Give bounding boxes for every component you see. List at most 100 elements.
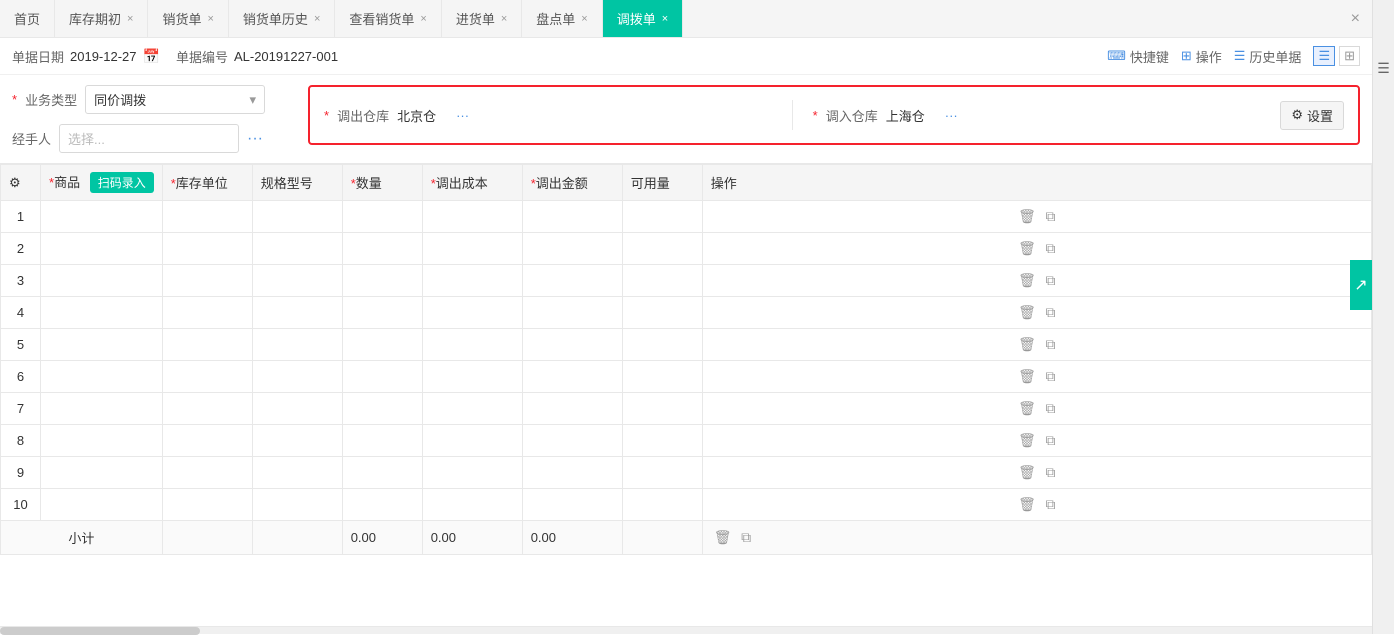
row-product-7[interactable] [41,393,163,425]
subtotal-copy-icon[interactable]: ⧉ [741,529,751,545]
row-product-10[interactable] [41,489,163,521]
shortcuts-btn[interactable]: ⌨ 快捷键 [1107,47,1169,66]
row-qty-3[interactable] [342,265,422,297]
delete-icon-7[interactable]: 🗑 [1018,400,1036,416]
layout-grid-icon[interactable]: ⊞ [1339,46,1360,66]
row-spec-2[interactable] [252,233,342,265]
row-cost-9[interactable] [422,457,522,489]
tab-close-stocktake[interactable]: × [581,13,587,25]
delete-icon-8[interactable]: 🗑 [1018,432,1036,448]
copy-icon-1[interactable]: ⧉ [1046,208,1056,224]
row-unit-5[interactable] [162,329,252,361]
row-product-5[interactable] [41,329,163,361]
row-available-7[interactable] [622,393,702,425]
layout-list-icon[interactable]: ☰ [1313,46,1335,66]
copy-icon-5[interactable]: ⧉ [1046,336,1056,352]
scroll-bar[interactable] [0,626,1372,634]
row-amount-10[interactable] [522,489,622,521]
row-cost-8[interactable] [422,425,522,457]
row-spec-4[interactable] [252,297,342,329]
row-available-6[interactable] [622,361,702,393]
row-cost-3[interactable] [422,265,522,297]
delete-icon-9[interactable]: 🗑 [1018,464,1036,480]
delete-icon-6[interactable]: 🗑 [1018,368,1036,384]
tab-sales-order[interactable]: 销货单 × [148,0,228,37]
row-unit-8[interactable] [162,425,252,457]
tab-close-sales-history[interactable]: × [314,13,320,25]
row-product-9[interactable] [41,457,163,489]
out-warehouse-more-btn[interactable]: ··· [456,108,469,123]
row-cost-10[interactable] [422,489,522,521]
row-qty-6[interactable] [342,361,422,393]
row-amount-4[interactable] [522,297,622,329]
row-unit-7[interactable] [162,393,252,425]
row-product-3[interactable] [41,265,163,297]
row-qty-1[interactable] [342,201,422,233]
settings-button[interactable]: ⚙ 设置 [1280,101,1344,130]
row-available-1[interactable] [622,201,702,233]
row-available-10[interactable] [622,489,702,521]
tab-stocktake[interactable]: 盘点单 × [522,0,602,37]
row-cost-5[interactable] [422,329,522,361]
row-cost-4[interactable] [422,297,522,329]
row-qty-8[interactable] [342,425,422,457]
row-spec-10[interactable] [252,489,342,521]
row-unit-4[interactable] [162,297,252,329]
row-qty-7[interactable] [342,393,422,425]
copy-icon-9[interactable]: ⧉ [1046,464,1056,480]
subtotal-delete-icon[interactable]: 🗑 [714,529,732,545]
row-spec-7[interactable] [252,393,342,425]
handler-more-btn[interactable]: ··· [247,130,263,148]
delete-icon-10[interactable]: 🗑 [1018,496,1036,512]
delete-icon-1[interactable]: 🗑 [1018,208,1036,224]
row-unit-6[interactable] [162,361,252,393]
tab-close-transfer[interactable]: × [662,13,668,25]
row-unit-10[interactable] [162,489,252,521]
row-available-2[interactable] [622,233,702,265]
operations-btn[interactable]: ⊞ 操作 [1181,47,1222,66]
calendar-icon[interactable]: 📅 [143,48,160,65]
copy-icon-6[interactable]: ⧉ [1046,368,1056,384]
row-spec-9[interactable] [252,457,342,489]
row-unit-9[interactable] [162,457,252,489]
col-gear[interactable]: ⚙ [1,165,41,201]
tab-close-sales-order[interactable]: × [207,13,213,25]
scan-btn[interactable]: 扫码录入 [90,172,154,193]
copy-icon-4[interactable]: ⧉ [1046,304,1056,320]
row-unit-1[interactable] [162,201,252,233]
row-unit-3[interactable] [162,265,252,297]
row-product-6[interactable] [41,361,163,393]
history-btn[interactable]: ☰ 历史单据 [1234,47,1302,66]
row-available-5[interactable] [622,329,702,361]
row-product-1[interactable] [41,201,163,233]
row-available-9[interactable] [622,457,702,489]
tab-close-purchase-order[interactable]: × [501,13,507,25]
row-available-8[interactable] [622,425,702,457]
side-list-icon[interactable]: ☰ [1377,60,1390,77]
handler-select[interactable]: 选择... [59,124,239,153]
copy-icon-10[interactable]: ⧉ [1046,496,1056,512]
copy-icon-3[interactable]: ⧉ [1046,272,1056,288]
tab-purchase-order[interactable]: 进货单 × [442,0,522,37]
copy-icon-7[interactable]: ⧉ [1046,400,1056,416]
row-qty-9[interactable] [342,457,422,489]
row-available-3[interactable] [622,265,702,297]
delete-icon-5[interactable]: 🗑 [1018,336,1036,352]
row-amount-3[interactable] [522,265,622,297]
copy-icon-2[interactable]: ⧉ [1046,240,1056,256]
row-amount-5[interactable] [522,329,622,361]
row-product-8[interactable] [41,425,163,457]
in-warehouse-more-btn[interactable]: ··· [945,108,958,123]
row-unit-2[interactable] [162,233,252,265]
copy-icon-8[interactable]: ⧉ [1046,432,1056,448]
tab-view-sales[interactable]: 查看销货单 × [335,0,441,37]
row-amount-1[interactable] [522,201,622,233]
tab-close-inventory-init[interactable]: × [127,13,133,25]
delete-icon-4[interactable]: 🗑 [1018,304,1036,320]
business-type-select[interactable]: 同价调拨 ▾ [85,85,265,114]
row-cost-1[interactable] [422,201,522,233]
row-qty-5[interactable] [342,329,422,361]
row-product-2[interactable] [41,233,163,265]
close-all-tabs[interactable]: × [1339,10,1372,28]
tab-home[interactable]: 首页 [0,0,55,37]
